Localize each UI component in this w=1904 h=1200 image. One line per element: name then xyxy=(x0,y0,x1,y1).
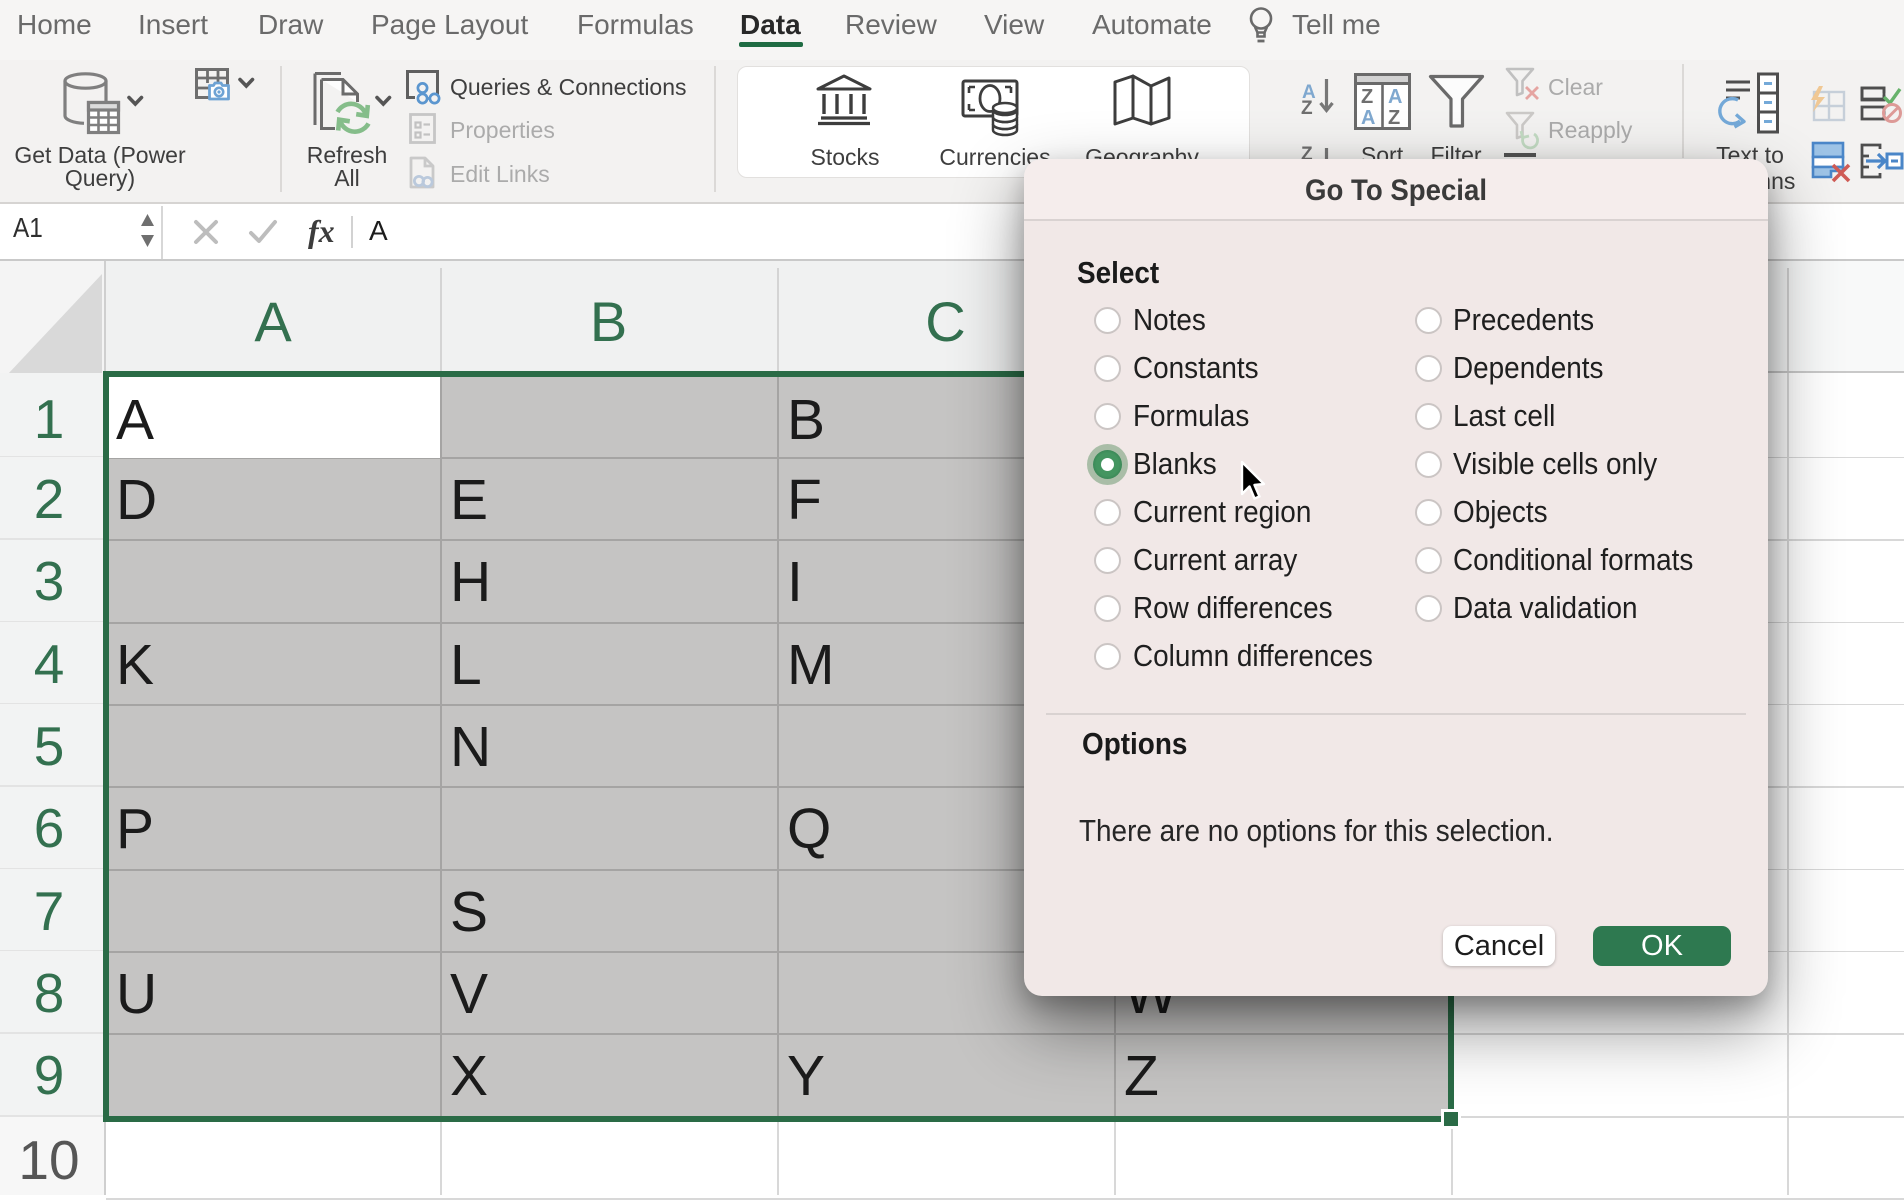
svg-text:Z: Z xyxy=(1388,107,1400,129)
svg-text:A: A xyxy=(1361,107,1375,129)
svg-text:Z: Z xyxy=(1361,86,1373,108)
svg-text:Z: Z xyxy=(1301,98,1313,119)
svg-text:A: A xyxy=(1388,86,1402,108)
